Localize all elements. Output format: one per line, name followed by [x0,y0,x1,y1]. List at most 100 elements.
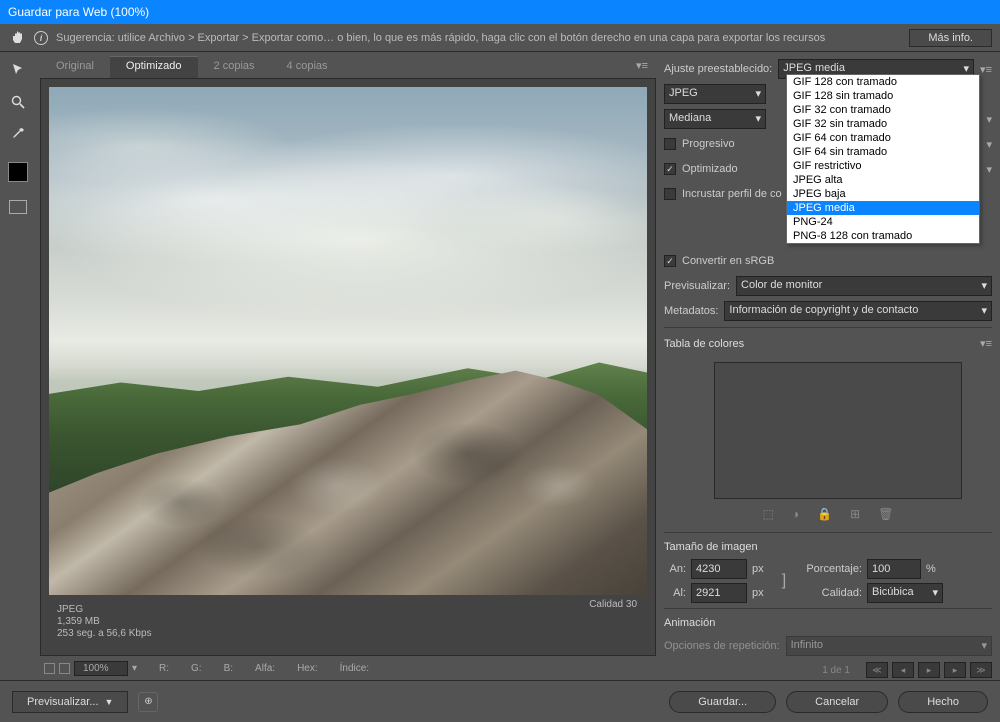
ct-tool-1-icon[interactable]: ⬚ [763,507,774,521]
preset-label: Ajuste preestablecido: [664,63,772,75]
preset-option[interactable]: JPEG alta [787,173,979,187]
info-quality: Calidad 30 [589,599,637,610]
matte-chevron-icon[interactable]: ▾ [986,163,992,176]
progressive-label: Progresivo [682,138,735,150]
metadata-select[interactable]: Información de copyright y de contacto▾ [724,301,992,321]
format-select[interactable]: JPEG▾ [664,84,766,104]
px-unit: px [752,563,772,575]
color-table-tools: ⬚ ◑ 🔒 ⊞ 🗑 [664,504,992,527]
preset-option[interactable]: PNG-8 128 con tramado [787,229,979,243]
height-input[interactable] [691,583,747,603]
status-strip: 100% ▾ R: G: B: Alfa: Hex: Índice: [40,656,656,680]
preset-option[interactable]: GIF 128 sin tramado [787,89,979,103]
preview-select[interactable]: Color de monitor▾ [736,276,992,296]
anim-next-icon: ▸ [944,662,966,678]
anim-first-icon: ≪ [866,662,888,678]
ct-tool-2-icon[interactable]: ◑ [792,507,799,521]
preset-option[interactable]: JPEG baja [787,187,979,201]
preset-option[interactable]: PNG-24 [787,215,979,229]
preset-option[interactable]: GIF 64 con tramado [787,131,979,145]
repeat-label: Opciones de repetición: [664,640,780,652]
tabs-menu-icon[interactable]: ▾≡ [628,56,656,78]
percent-unit: % [926,563,948,575]
eyedropper-tool-icon[interactable] [8,124,28,144]
more-info-button[interactable]: Más info. [909,29,992,47]
srgb-label: Convertir en sRGB [682,255,774,267]
height-label: Al: [664,587,686,599]
zoom-value[interactable]: 100% [74,661,128,676]
animation-count: 1 de 1 [822,665,850,676]
pointer-tool-icon[interactable] [8,60,28,80]
percent-label: Porcentaje: [796,563,862,575]
readout-alfa: Alfa: [255,663,275,674]
anim-last-icon: ≫ [970,662,992,678]
readout-r: R: [159,663,169,674]
ct-trash-icon[interactable]: 🗑 [878,507,893,521]
canvas-info: JPEG 1,359 MB 253 seg. a 56,6 Kbps Calid… [49,595,647,647]
repeat-select: Infinito▾ [786,636,992,656]
quality-level-select[interactable]: Mediana▾ [664,109,766,129]
percent-input[interactable] [867,559,921,579]
color-table-menu-icon[interactable]: ▾≡ [980,337,992,350]
title-bar: Guardar para Web (100%) [0,0,1000,24]
zoom-box-2-icon[interactable] [59,663,70,674]
save-button[interactable]: Guardar... [669,691,776,713]
metadata-label: Metadatos: [664,305,718,317]
preset-option[interactable]: GIF 64 sin tramado [787,145,979,159]
preset-option[interactable]: GIF 32 con tramado [787,103,979,117]
tab-original[interactable]: Original [40,56,110,78]
preview-button[interactable]: Previsualizar...▼ [12,691,128,713]
tool-column [0,52,36,680]
zoom-chevron-icon[interactable]: ▾ [132,663,137,674]
optimized-checkbox[interactable] [664,163,676,175]
dialog-footer: Previsualizar...▼ ⊕ Guardar... Cancelar … [0,680,1000,722]
zoom-tool-icon[interactable] [8,92,28,112]
tab-2up[interactable]: 2 copias [198,56,271,78]
link-dimensions-icon[interactable]: ] [777,572,791,590]
color-table [714,362,962,499]
ct-add-icon[interactable]: ⊞ [850,507,860,521]
preset-menu-icon[interactable]: ▾≡ [980,63,992,76]
slice-tool-icon[interactable] [9,200,27,214]
ct-lock-icon[interactable]: 🔒 [817,507,832,521]
embed-profile-label: Incrustar perfil de co [682,188,782,200]
hint-text: Sugerencia: utilice Archivo > Exportar >… [56,32,901,44]
done-button[interactable]: Hecho [898,691,988,713]
preset-dropdown[interactable]: GIF 128 con tramado GIF 128 sin tramado … [786,74,980,244]
hand-tool-icon[interactable] [8,29,26,47]
blur-chevron-icon[interactable]: ▾ [986,138,992,151]
preview-label: Previsualizar: [664,280,730,292]
zoom-box-1-icon[interactable] [44,663,55,674]
tab-4up[interactable]: 4 copias [271,56,344,78]
progressive-checkbox[interactable] [664,138,676,150]
readout-hex: Hex: [297,663,318,674]
resample-select[interactable]: Bicúbica▾ [867,583,943,603]
preview-canvas[interactable] [49,87,647,595]
width-label: An: [664,563,686,575]
anim-play-icon: ▸ [918,662,940,678]
tab-optimized[interactable]: Optimizado [110,56,198,78]
embed-profile-checkbox[interactable] [664,188,676,200]
image-size-title: Tamaño de imagen [664,538,992,556]
quality-chevron-icon[interactable]: ▾ [986,113,992,126]
info-size: 1,359 MB [57,616,639,627]
readout-indice: Índice: [340,663,369,674]
width-input[interactable] [691,559,747,579]
hint-bar: i Sugerencia: utilice Archivo > Exportar… [0,24,1000,52]
info-time: 253 seg. a 56,6 Kbps [57,628,639,639]
optimized-label: Optimizado [682,163,738,175]
color-swatch[interactable] [8,162,28,182]
preset-option[interactable]: GIF 32 sin tramado [787,117,979,131]
preset-option-selected[interactable]: JPEG media [787,201,979,215]
settings-panel: Ajuste preestablecido: JPEG media ▾ ▾≡ GI… [662,52,1000,680]
preset-option[interactable]: GIF 128 con tramado [787,75,979,89]
info-format: JPEG [57,604,639,615]
readout-b: B: [224,663,233,674]
srgb-checkbox[interactable] [664,255,676,267]
cancel-button[interactable]: Cancelar [786,691,888,713]
window-title: Guardar para Web (100%) [8,5,149,19]
anim-prev-icon: ◂ [892,662,914,678]
preset-option[interactable]: GIF restrictivo [787,159,979,173]
browser-icon[interactable]: ⊕ [138,692,158,712]
view-tabs: Original Optimizado 2 copias 4 copias ▾≡ [40,56,656,78]
